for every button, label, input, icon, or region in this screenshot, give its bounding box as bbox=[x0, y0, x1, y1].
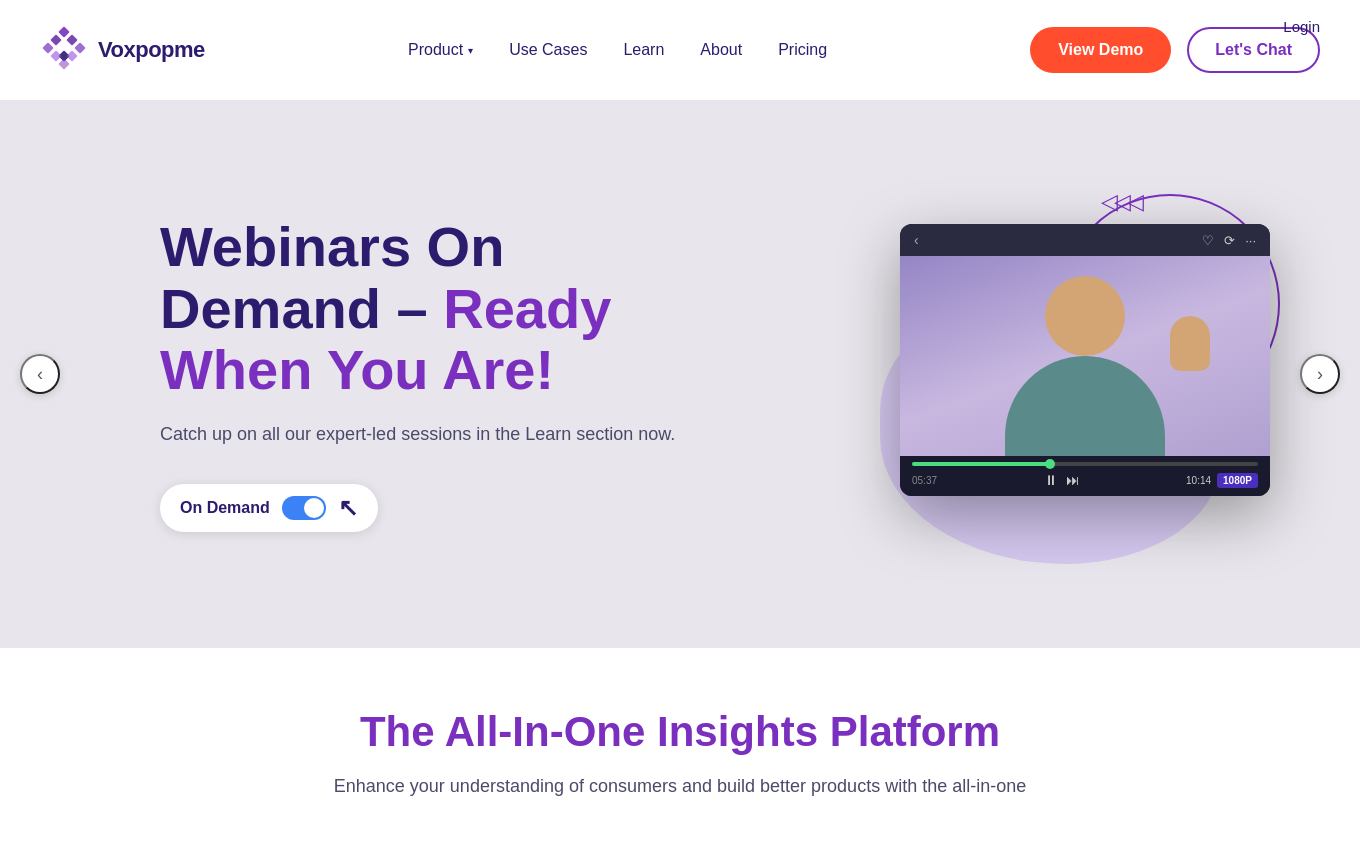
hero-title-dark: Demand – bbox=[160, 277, 443, 340]
person-hand bbox=[1170, 316, 1210, 371]
progress-bar[interactable] bbox=[912, 462, 1258, 466]
on-demand-toggle: On Demand ↖ bbox=[160, 484, 378, 532]
person-face bbox=[1045, 276, 1125, 356]
video-card-header: ‹ ♡ ⟳ ··· bbox=[900, 224, 1270, 256]
quality-badge: 1080P bbox=[1217, 473, 1258, 488]
hero-subtitle: Catch up on all our expert-led sessions … bbox=[160, 421, 675, 448]
svg-rect-6 bbox=[50, 50, 61, 61]
video-card-icons: ♡ ⟳ ··· bbox=[1202, 233, 1256, 248]
nav-item-about[interactable]: About bbox=[700, 41, 742, 59]
toggle-label: On Demand bbox=[180, 499, 270, 517]
hero-next-button[interactable]: › bbox=[1300, 354, 1340, 394]
svg-rect-4 bbox=[66, 34, 77, 45]
nav-item-use-cases[interactable]: Use Cases bbox=[509, 41, 587, 59]
svg-rect-7 bbox=[66, 50, 77, 61]
video-screen bbox=[900, 256, 1270, 456]
pause-button[interactable]: ⏸ bbox=[1044, 472, 1058, 488]
below-hero-section: The All-In-One Insights Platform Enhance… bbox=[0, 648, 1360, 841]
toggle-knob bbox=[304, 498, 324, 518]
header-actions: View Demo Let's Chat bbox=[1030, 27, 1320, 73]
refresh-icon: ⟳ bbox=[1224, 233, 1235, 248]
toggle-switch[interactable] bbox=[282, 496, 326, 520]
logo[interactable]: Voxpopme bbox=[40, 26, 205, 74]
chevron-down-icon: ▾ bbox=[468, 45, 473, 56]
cursor-icon: ↖ bbox=[338, 494, 358, 522]
person-visual bbox=[900, 256, 1270, 456]
hero-banner: ‹ Webinars On Demand – Ready When You Ar… bbox=[0, 100, 1360, 648]
logo-icon bbox=[40, 26, 88, 74]
chevron-right-icon: › bbox=[1317, 364, 1323, 385]
view-demo-button[interactable]: View Demo bbox=[1030, 27, 1171, 73]
nav-item-product[interactable]: Product ▾ bbox=[408, 41, 473, 59]
timestamp: 05:37 bbox=[912, 475, 937, 486]
header: Voxpopme Product ▾ Use Cases Learn About… bbox=[0, 0, 1360, 100]
video-time: 10:14 bbox=[1186, 475, 1211, 486]
nav-item-learn[interactable]: Learn bbox=[623, 41, 664, 59]
logo-text: Voxpopme bbox=[98, 37, 205, 63]
progress-dot bbox=[1045, 459, 1055, 469]
hero-title: Webinars On Demand – Ready When You Are! bbox=[160, 216, 675, 401]
nav-item-pricing[interactable]: Pricing bbox=[778, 41, 827, 59]
svg-rect-8 bbox=[58, 58, 69, 69]
hero-visual: ◁◁◁ ‹ ♡ ⟳ ··· bbox=[860, 184, 1280, 564]
svg-rect-2 bbox=[74, 42, 85, 53]
svg-rect-0 bbox=[58, 26, 69, 37]
heart-icon: ♡ bbox=[1202, 233, 1214, 248]
below-hero-subtitle: Enhance your understanding of consumers … bbox=[330, 772, 1030, 801]
hero-inner: Webinars On Demand – Ready When You Are!… bbox=[0, 100, 1360, 648]
hero-content: Webinars On Demand – Ready When You Are!… bbox=[160, 216, 675, 532]
hero-title-purple: Ready bbox=[443, 277, 611, 340]
hero-title-line3: When You Are! bbox=[160, 338, 554, 401]
deco-arrows: ◁◁◁ bbox=[1101, 189, 1140, 215]
svg-rect-1 bbox=[42, 42, 53, 53]
svg-rect-3 bbox=[50, 34, 61, 45]
below-hero-title: The All-In-One Insights Platform bbox=[40, 708, 1320, 756]
video-card: ‹ ♡ ⟳ ··· bbox=[900, 224, 1270, 496]
video-meta: 10:14 1080P bbox=[1186, 473, 1258, 488]
main-nav: Product ▾ Use Cases Learn About Pricing bbox=[408, 41, 827, 59]
controls-row: 05:37 ⏸ ⏭ 10:14 1080P bbox=[912, 472, 1258, 488]
video-back-icon[interactable]: ‹ bbox=[914, 232, 919, 248]
video-card-controls: 05:37 ⏸ ⏭ 10:14 1080P bbox=[900, 456, 1270, 496]
progress-fill bbox=[912, 462, 1050, 466]
hero-prev-button[interactable]: ‹ bbox=[20, 354, 60, 394]
login-link[interactable]: Login bbox=[1283, 18, 1320, 35]
person-body bbox=[1005, 356, 1165, 456]
more-icon: ··· bbox=[1245, 233, 1256, 248]
chevron-left-icon: ‹ bbox=[37, 364, 43, 385]
ctrl-buttons: ⏸ ⏭ bbox=[1044, 472, 1080, 488]
next-button[interactable]: ⏭ bbox=[1066, 472, 1080, 488]
